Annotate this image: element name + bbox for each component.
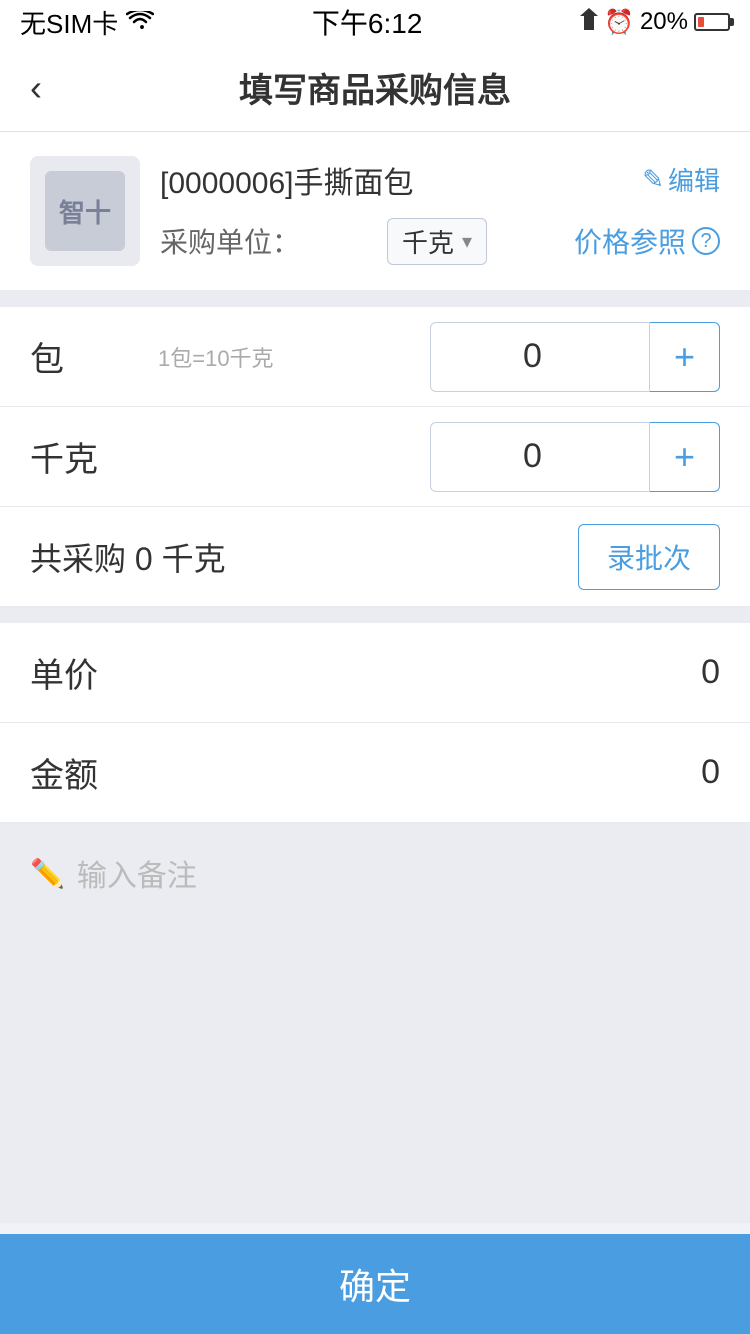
- edit-pencil-icon: ✎: [642, 164, 664, 195]
- product-name-row: [0000006]手撕面包 ✎ 编辑: [160, 158, 720, 202]
- confirm-button[interactable]: 确定: [0, 1234, 750, 1334]
- bao-label: 包: [30, 332, 150, 381]
- kg-plus-button[interactable]: +: [650, 422, 720, 492]
- battery-icon: [694, 13, 730, 31]
- status-bar-right: ⏰ 20%: [580, 8, 730, 37]
- record-batch-button[interactable]: 录批次: [578, 524, 720, 590]
- empty-content-area: [0, 923, 750, 1223]
- price-ref-label: 价格参照: [574, 221, 686, 261]
- edit-label: 编辑: [668, 161, 720, 198]
- battery-percent: 20%: [640, 8, 688, 36]
- question-circle-icon: ?: [692, 227, 720, 255]
- separator-2: [0, 607, 750, 623]
- status-time: 下午6:12: [312, 2, 423, 42]
- product-info: [0000006]手撕面包 ✎ 编辑 采购单位： 千克 ▾ 价格参照 ?: [160, 158, 720, 265]
- kg-input-row: 千克 +: [0, 407, 750, 507]
- status-bar-left: 无SIM卡: [20, 4, 154, 41]
- remark-placeholder: 输入备注: [77, 851, 197, 895]
- unit-price-label: 单价: [30, 648, 701, 697]
- unit-prefix-label: 采购单位：: [160, 221, 300, 261]
- carrier-text: 无SIM卡: [20, 4, 118, 41]
- bao-qty-input[interactable]: [430, 322, 650, 392]
- bao-qty-wrapper: +: [430, 322, 720, 392]
- input-section: 包 1包=10千克 + 千克 + 共采购 0 千克 录批次: [0, 307, 750, 607]
- unit-price-row: 单价 0: [0, 623, 750, 723]
- separator-1: [0, 291, 750, 307]
- bao-input-row: 包 1包=10千克 +: [0, 307, 750, 407]
- page-title: 填写商品采购信息: [239, 63, 511, 112]
- product-name: [0000006]手撕面包: [160, 158, 413, 202]
- back-button[interactable]: ‹: [30, 70, 42, 106]
- unit-price-value: 0: [701, 653, 720, 692]
- info-section: 单价 0 金额 0: [0, 623, 750, 823]
- total-text: 共采购 0 千克: [30, 534, 578, 580]
- status-bar: 无SIM卡 下午6:12 ⏰ 20%: [0, 0, 750, 44]
- logo-text: 智十: [59, 193, 111, 230]
- nav-bar: ‹ 填写商品采购信息: [0, 44, 750, 132]
- kg-qty-input[interactable]: [430, 422, 650, 492]
- amount-row: 金额 0: [0, 723, 750, 823]
- bao-plus-button[interactable]: +: [650, 322, 720, 392]
- wifi-icon: [126, 7, 154, 38]
- pencil-icon: ✏️: [30, 857, 65, 890]
- kg-label: 千克: [30, 432, 150, 481]
- product-logo: 智十: [45, 171, 125, 251]
- unit-value: 千克: [402, 223, 454, 260]
- unit-row: 采购单位： 千克 ▾ 价格参照 ?: [160, 218, 720, 265]
- alarm-icon: ⏰: [604, 8, 634, 37]
- kg-qty-wrapper: +: [430, 422, 720, 492]
- product-card: 智十 [0000006]手撕面包 ✎ 编辑 采购单位： 千克 ▾ 价格参照 ?: [0, 132, 750, 291]
- chevron-down-icon: ▾: [462, 229, 472, 254]
- amount-label: 金额: [30, 748, 701, 797]
- remark-section[interactable]: ✏️ 输入备注: [0, 823, 750, 923]
- total-row: 共采购 0 千克 录批次: [0, 507, 750, 607]
- amount-value: 0: [701, 753, 720, 792]
- price-ref-button[interactable]: 价格参照 ?: [574, 221, 720, 261]
- location-icon: [580, 8, 598, 37]
- bao-sublabel: 1包=10千克: [158, 341, 274, 373]
- product-image: 智十: [30, 156, 140, 266]
- edit-button[interactable]: ✎ 编辑: [642, 161, 720, 198]
- unit-select-dropdown[interactable]: 千克 ▾: [387, 218, 487, 265]
